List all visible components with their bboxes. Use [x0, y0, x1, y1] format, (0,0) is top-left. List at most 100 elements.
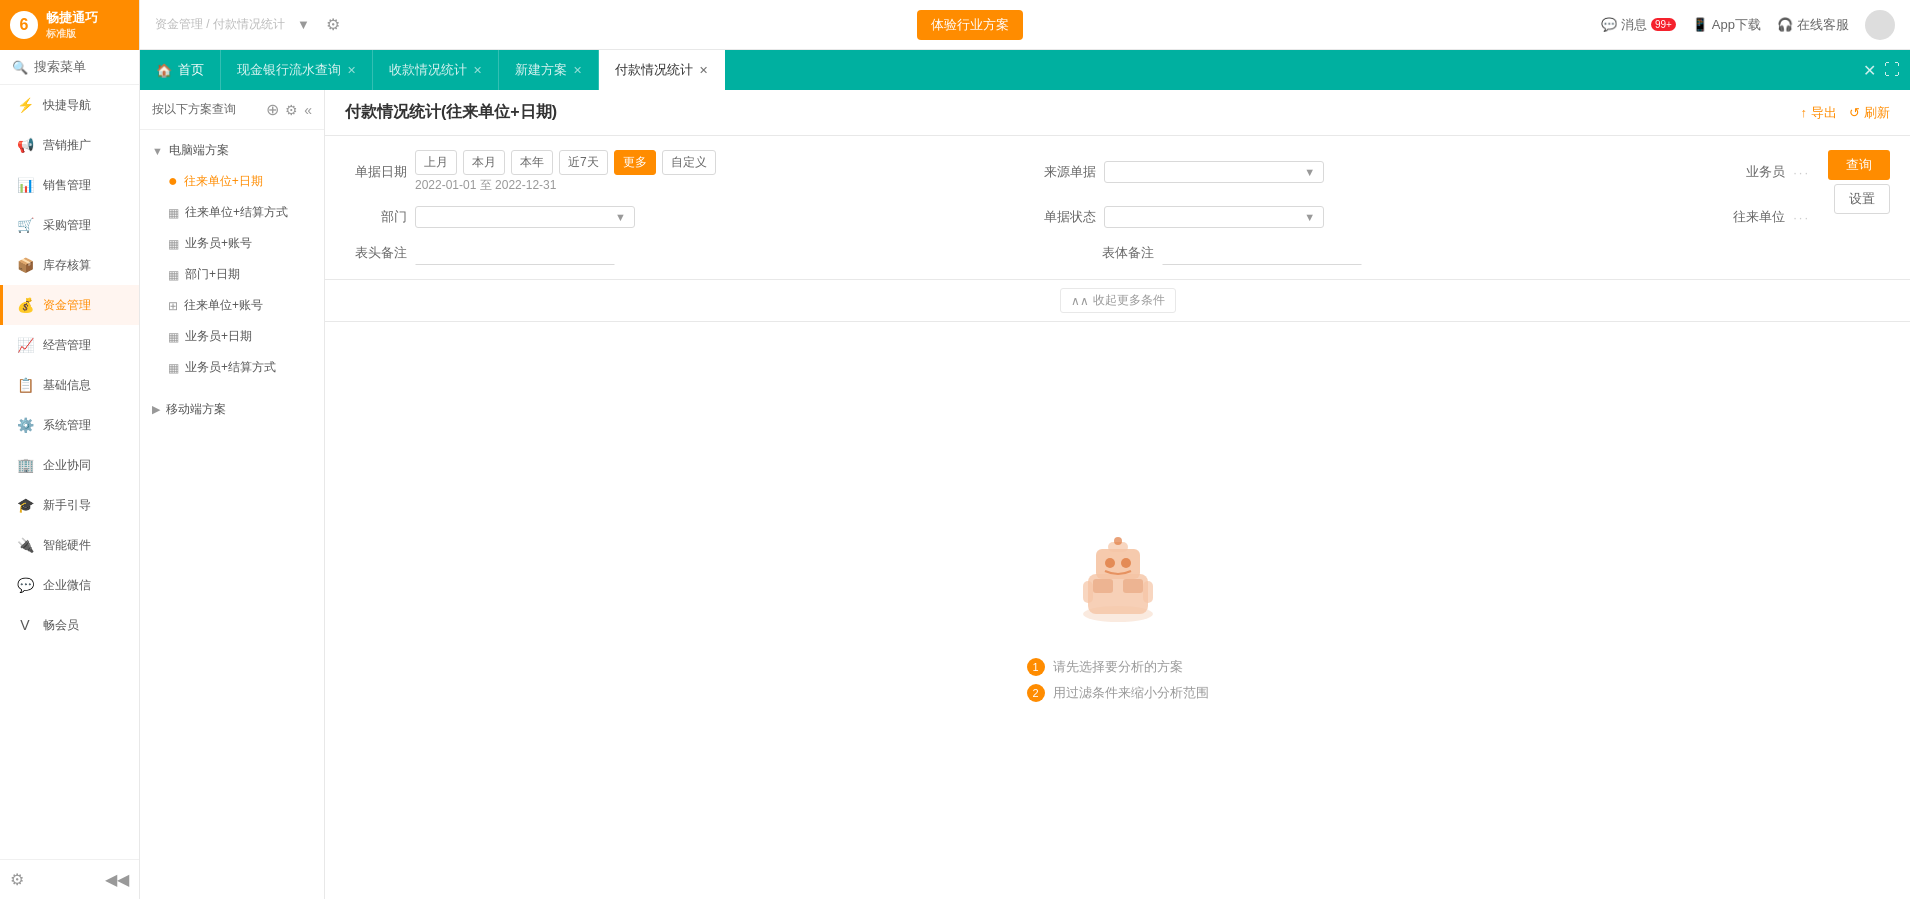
app-download-item[interactable]: 📱 App下载 — [1692, 16, 1761, 34]
collapse-conditions-button[interactable]: ∧∧ 收起更多条件 — [1060, 288, 1176, 313]
refresh-button[interactable]: ↺ 刷新 — [1849, 104, 1890, 122]
status-select[interactable]: ▼ — [1104, 206, 1324, 228]
date-preset-7days[interactable]: 近7天 — [559, 150, 608, 175]
pc-schemes-header[interactable]: ▼ 电脑端方案 — [140, 136, 324, 165]
sidebar-collapse-icon[interactable]: ◀◀ — [105, 870, 129, 889]
service-icon: 🎧 — [1777, 17, 1793, 32]
page-header-actions: ↑ 导出 ↺ 刷新 — [1801, 104, 1891, 122]
search-menu-label: 搜索菜单 — [34, 58, 86, 76]
message-icon: 💬 — [1601, 17, 1617, 32]
tab-close-all-icon[interactable]: ✕ — [1863, 61, 1876, 80]
date-preset-custom[interactable]: 自定义 — [662, 150, 716, 175]
sidebar-item-system[interactable]: ⚙️ 系统管理 — [0, 405, 139, 445]
online-service-item[interactable]: 🎧 在线客服 — [1777, 16, 1849, 34]
scheme-item-partner-date[interactable]: ● 往来单位+日期 — [140, 165, 324, 197]
partner-filter-dots[interactable]: ··· — [1793, 210, 1810, 225]
panel-collapse-icon[interactable]: « — [304, 102, 312, 118]
sidebar-item-label: 采购管理 — [43, 217, 91, 234]
filter-row-3: 表头备注 表体备注 — [345, 240, 1818, 265]
date-range-text: 2022-01-01 至 2022-12-31 — [415, 177, 716, 194]
tab-home[interactable]: 🏠 首页 — [140, 50, 221, 90]
salesman-filter-dots[interactable]: ··· — [1793, 165, 1810, 180]
partner-filter-control: ··· — [1793, 210, 1818, 225]
sidebar-item-capital[interactable]: 💰 资金管理 — [0, 285, 139, 325]
scheme-item-partner-account[interactable]: ⊞ 往来单位+账号 — [140, 290, 324, 321]
sidebar-item-base-info[interactable]: 📋 基础信息 — [0, 365, 139, 405]
empty-step-1: 1 请先选择要分析的方案 — [1027, 658, 1209, 676]
add-scheme-icon[interactable]: ⊕ — [266, 100, 279, 119]
tab-payment-stats-label: 付款情况统计 — [615, 61, 693, 79]
tab-receipt-stats-close[interactable]: ✕ — [473, 64, 482, 77]
tab-payment-stats-close[interactable]: ✕ — [699, 64, 708, 77]
svg-rect-4 — [1083, 581, 1093, 603]
dept-select[interactable]: ▼ — [415, 206, 635, 228]
scheme-item-salesman-date[interactable]: ▦ 业务员+日期 — [140, 321, 324, 352]
sidebar-item-purchase[interactable]: 🛒 采购管理 — [0, 205, 139, 245]
sidebar-item-sales[interactable]: 📊 销售管理 — [0, 165, 139, 205]
sidebar-item-label: 销售管理 — [43, 177, 91, 194]
tab-cash-flow[interactable]: 现金银行流水查询 ✕ — [221, 50, 373, 90]
source-select[interactable]: ▼ — [1104, 161, 1324, 183]
date-preset-this-month[interactable]: 本月 — [463, 150, 505, 175]
scheme-item-dept-date[interactable]: ▦ 部门+日期 — [140, 259, 324, 290]
sidebar-item-guide[interactable]: 🎓 新手引导 — [0, 485, 139, 525]
svg-rect-2 — [1093, 579, 1113, 593]
sidebar-item-marketing[interactable]: 📢 营销推广 — [0, 125, 139, 165]
mobile-schemes-header[interactable]: ▶ 移动端方案 — [140, 395, 324, 424]
status-filter-label: 单据状态 — [1034, 208, 1104, 226]
scheme-chart-icon: ⊞ — [168, 299, 178, 313]
date-preset-this-year[interactable]: 本年 — [511, 150, 553, 175]
left-panel-header: 按以下方案查询 ⊕ ⚙ « — [140, 90, 324, 130]
date-preset-last-month[interactable]: 上月 — [415, 150, 457, 175]
query-button[interactable]: 查询 — [1828, 150, 1890, 180]
export-button[interactable]: ↑ 导出 — [1801, 104, 1838, 122]
app-download-label: App下载 — [1712, 16, 1761, 34]
sidebar-item-operation[interactable]: 📈 经营管理 — [0, 325, 139, 365]
sidebar-item-hardware[interactable]: 🔌 智能硬件 — [0, 525, 139, 565]
refresh-label: 刷新 — [1864, 104, 1890, 122]
sidebar-item-label: 经营管理 — [43, 337, 91, 354]
date-preset-more[interactable]: 更多 — [614, 150, 656, 175]
source-filter-control: ▼ — [1104, 161, 1703, 183]
tab-payment-stats[interactable]: 付款情况统计 ✕ — [599, 50, 725, 90]
breadcrumb-dropdown-icon[interactable]: ▼ — [297, 17, 310, 32]
sidebar-item-inventory[interactable]: 📦 库存核算 — [0, 245, 139, 285]
sidebar-item-wechat[interactable]: 💬 企业微信 — [0, 565, 139, 605]
tab-new-scheme[interactable]: 新建方案 ✕ — [499, 50, 599, 90]
body-note-input[interactable] — [1162, 240, 1362, 265]
empty-state: 1 请先选择要分析的方案 2 用过滤条件来缩小分析范围 — [325, 322, 1910, 899]
tab-maximize-icon[interactable]: ⛶ — [1884, 61, 1900, 79]
export-icon: ↑ — [1801, 105, 1808, 120]
collapse-bar: ∧∧ 收起更多条件 — [325, 280, 1910, 322]
date-presets: 上月 本月 本年 近7天 更多 自定义 — [415, 150, 716, 175]
sidebar-item-member[interactable]: V 畅会员 — [0, 605, 139, 645]
date-filter-label: 单据日期 — [345, 163, 415, 181]
tab-cash-flow-close[interactable]: ✕ — [347, 64, 356, 77]
scheme-item-partner-settle[interactable]: ▦ 往来单位+结算方式 — [140, 197, 324, 228]
avatar[interactable] — [1865, 10, 1895, 40]
left-panel-actions: ⊕ ⚙ « — [266, 100, 312, 119]
settings-button[interactable]: 设置 — [1834, 184, 1890, 214]
trial-industry-button[interactable]: 体验行业方案 — [917, 10, 1023, 40]
sidebar-settings-icon[interactable]: ⚙ — [10, 870, 24, 889]
top-settings-icon[interactable]: ⚙ — [326, 15, 340, 34]
messages-item[interactable]: 💬 消息 99+ — [1601, 16, 1676, 34]
scheme-item-salesman-settle[interactable]: ▦ 业务员+结算方式 — [140, 352, 324, 383]
sidebar-logo: 6 畅捷通巧 标准版 — [0, 0, 139, 50]
tab-receipt-stats[interactable]: 收款情况统计 ✕ — [373, 50, 499, 90]
scheme-settings-icon[interactable]: ⚙ — [285, 102, 298, 118]
date-filter-control: 上月 本月 本年 近7天 更多 自定义 2022-01-01 至 2022-12… — [415, 150, 1014, 194]
sidebar-item-enterprise[interactable]: 🏢 企业协同 — [0, 445, 139, 485]
purchase-icon: 🛒 — [15, 215, 35, 235]
operation-icon: 📈 — [15, 335, 35, 355]
logo-main-text: 畅捷通巧 — [46, 9, 98, 27]
sidebar: 6 畅捷通巧 标准版 🔍 搜索菜单 ⚡ 快捷导航 📢 营销推广 📊 销售管理 🛒… — [0, 0, 140, 899]
head-note-input[interactable] — [415, 240, 615, 265]
sidebar-item-quick-nav[interactable]: ⚡ 快捷导航 — [0, 85, 139, 125]
scheme-item-salesman-account[interactable]: ▦ 业务员+账号 — [140, 228, 324, 259]
svg-point-10 — [1114, 537, 1122, 545]
tab-new-scheme-close[interactable]: ✕ — [573, 64, 582, 77]
filter-actions-col: 查询 设置 — [1818, 150, 1890, 265]
search-menu-item[interactable]: 🔍 搜索菜单 — [0, 50, 139, 85]
sidebar-item-label: 智能硬件 — [43, 537, 91, 554]
